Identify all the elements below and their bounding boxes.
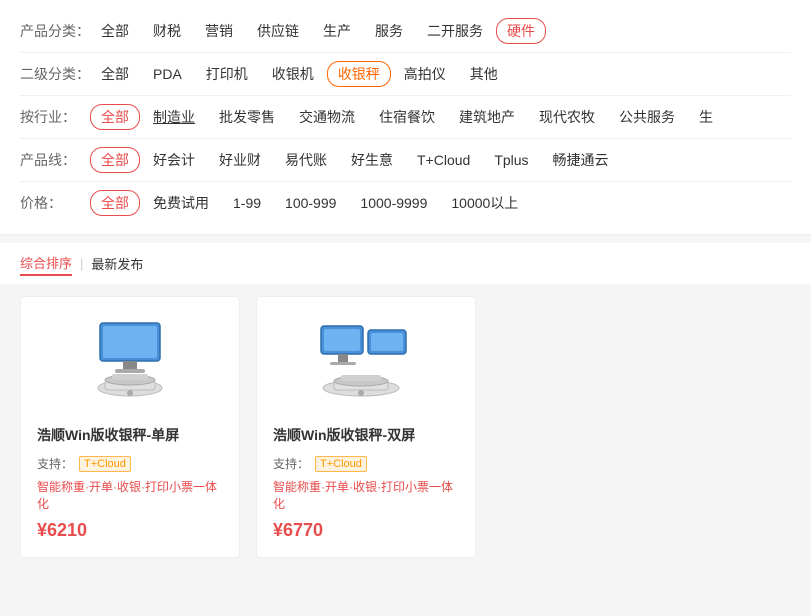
product-price-2: ¥6770	[273, 520, 459, 541]
sort-latest[interactable]: 最新发布	[91, 252, 143, 275]
product-support-2: 支持： T+Cloud	[273, 455, 459, 472]
sort-divider: |	[80, 256, 83, 271]
filter-sub-cashier[interactable]: 收银机	[261, 61, 325, 87]
product-desc-2: 智能称重·开单·收银·打印小票一体化	[273, 478, 459, 512]
filter-industry-life[interactable]: 生	[688, 104, 724, 130]
filter-price-1-99[interactable]: 1-99	[222, 192, 272, 214]
industry-row: 按行业： 全部 制造业 批发零售 交通物流 住宿餐饮 建筑地产 现代农牧 公共服…	[20, 96, 791, 139]
filter-line-haoyecai[interactable]: 好业财	[208, 147, 272, 173]
filter-category-marketing[interactable]: 营销	[194, 18, 244, 44]
product-image-2	[273, 313, 459, 413]
product-desc-1: 智能称重·开单·收银·打印小票一体化	[37, 478, 223, 512]
filter-sub-all[interactable]: 全部	[90, 61, 140, 87]
filter-sub-camera[interactable]: 高拍仪	[393, 61, 457, 87]
product-line-items: 全部 好会计 好业财 易代账 好生意 T+Cloud Tplus 畅捷通云	[90, 147, 620, 173]
products-area: 浩顺Win版收银秤-单屏 支持： T+Cloud 智能称重·开单·收银·打印小票…	[0, 284, 811, 570]
product-line-label: 产品线：	[20, 150, 90, 170]
filter-price-free[interactable]: 免费试用	[142, 190, 220, 216]
filter-industry-wholesale[interactable]: 批发零售	[208, 104, 286, 130]
filter-section: 产品分类： 全部 财税 营销 供应链 生产 服务 二开服务 硬件 二级分类： 全…	[0, 0, 811, 235]
filter-price-10000plus[interactable]: 10000以上	[440, 190, 529, 216]
product-image-1	[37, 313, 223, 413]
product-name-1: 浩顺Win版收银秤-单屏	[37, 425, 223, 445]
sort-bar: 综合排序 | 最新发布	[0, 243, 811, 284]
filter-industry-hospitality[interactable]: 住宿餐饮	[368, 104, 446, 130]
product-card-2[interactable]: 浩顺Win版收银秤-双屏 支持： T+Cloud 智能称重·开单·收银·打印小票…	[256, 296, 476, 558]
product-support-1: 支持： T+Cloud	[37, 455, 223, 472]
filter-line-tcloud[interactable]: T+Cloud	[406, 149, 481, 171]
product-category-items: 全部 财税 营销 供应链 生产 服务 二开服务 硬件	[90, 18, 546, 44]
product-price-1: ¥6210	[37, 520, 223, 541]
filter-category-hardware[interactable]: 硬件	[496, 18, 546, 44]
filter-sub-scale[interactable]: 收银秤	[327, 61, 391, 87]
filter-line-tplus[interactable]: Tplus	[483, 149, 539, 171]
filter-line-all[interactable]: 全部	[90, 147, 140, 173]
support-label-1: 支持：	[37, 455, 73, 472]
sub-category-row: 二级分类： 全部 PDA 打印机 收银机 收银秤 高拍仪 其他	[20, 53, 791, 96]
industry-label: 按行业：	[20, 107, 90, 127]
sub-category-items: 全部 PDA 打印机 收银机 收银秤 高拍仪 其他	[90, 61, 509, 87]
industry-items: 全部 制造业 批发零售 交通物流 住宿餐饮 建筑地产 现代农牧 公共服务 生	[90, 104, 724, 130]
price-row: 价格： 全部 免费试用 1-99 100-999 1000-9999 10000…	[20, 182, 791, 224]
filter-line-haoshengyi[interactable]: 好生意	[340, 147, 404, 173]
product-name-2: 浩顺Win版收银秤-双屏	[273, 425, 459, 445]
filter-industry-manufacturing[interactable]: 制造业	[142, 104, 206, 130]
filter-industry-public[interactable]: 公共服务	[608, 104, 686, 130]
product-category-row: 产品分类： 全部 财税 营销 供应链 生产 服务 二开服务 硬件	[20, 10, 791, 53]
filter-category-supply[interactable]: 供应链	[246, 18, 310, 44]
filter-price-1000-9999[interactable]: 1000-9999	[349, 192, 438, 214]
filter-sub-other[interactable]: 其他	[459, 61, 509, 87]
price-items: 全部 免费试用 1-99 100-999 1000-9999 10000以上	[90, 190, 529, 216]
support-tag-2: T+Cloud	[315, 456, 367, 472]
filter-sub-printer[interactable]: 打印机	[195, 61, 259, 87]
filter-industry-agriculture[interactable]: 现代农牧	[528, 104, 606, 130]
sort-comprehensive[interactable]: 综合排序	[20, 251, 72, 276]
product-image-icon-2	[316, 318, 416, 408]
filter-price-100-999[interactable]: 100-999	[274, 192, 347, 214]
filter-category-production[interactable]: 生产	[312, 18, 362, 44]
support-label-2: 支持：	[273, 455, 309, 472]
filter-price-all[interactable]: 全部	[90, 190, 140, 216]
product-card-1[interactable]: 浩顺Win版收银秤-单屏 支持： T+Cloud 智能称重·开单·收银·打印小票…	[20, 296, 240, 558]
filter-category-openservice[interactable]: 二开服务	[416, 18, 494, 44]
support-tag-1: T+Cloud	[79, 456, 131, 472]
filter-category-tax[interactable]: 财税	[142, 18, 192, 44]
product-line-row: 产品线： 全部 好会计 好业财 易代账 好生意 T+Cloud Tplus 畅捷…	[20, 139, 791, 182]
product-image-icon-1	[80, 318, 180, 408]
filter-line-haokuaiji[interactable]: 好会计	[142, 147, 206, 173]
filter-line-yidaizhang[interactable]: 易代账	[274, 147, 338, 173]
filter-industry-logistics[interactable]: 交通物流	[288, 104, 366, 130]
filter-line-changjietongyun[interactable]: 畅捷通云	[542, 147, 620, 173]
filter-category-service[interactable]: 服务	[364, 18, 414, 44]
filter-industry-all[interactable]: 全部	[90, 104, 140, 130]
filter-industry-realestate[interactable]: 建筑地产	[448, 104, 526, 130]
filter-sub-pda[interactable]: PDA	[142, 63, 193, 85]
price-label: 价格：	[20, 193, 90, 213]
sub-category-label: 二级分类：	[20, 64, 90, 84]
product-category-label: 产品分类：	[20, 21, 90, 41]
filter-category-all[interactable]: 全部	[90, 18, 140, 44]
